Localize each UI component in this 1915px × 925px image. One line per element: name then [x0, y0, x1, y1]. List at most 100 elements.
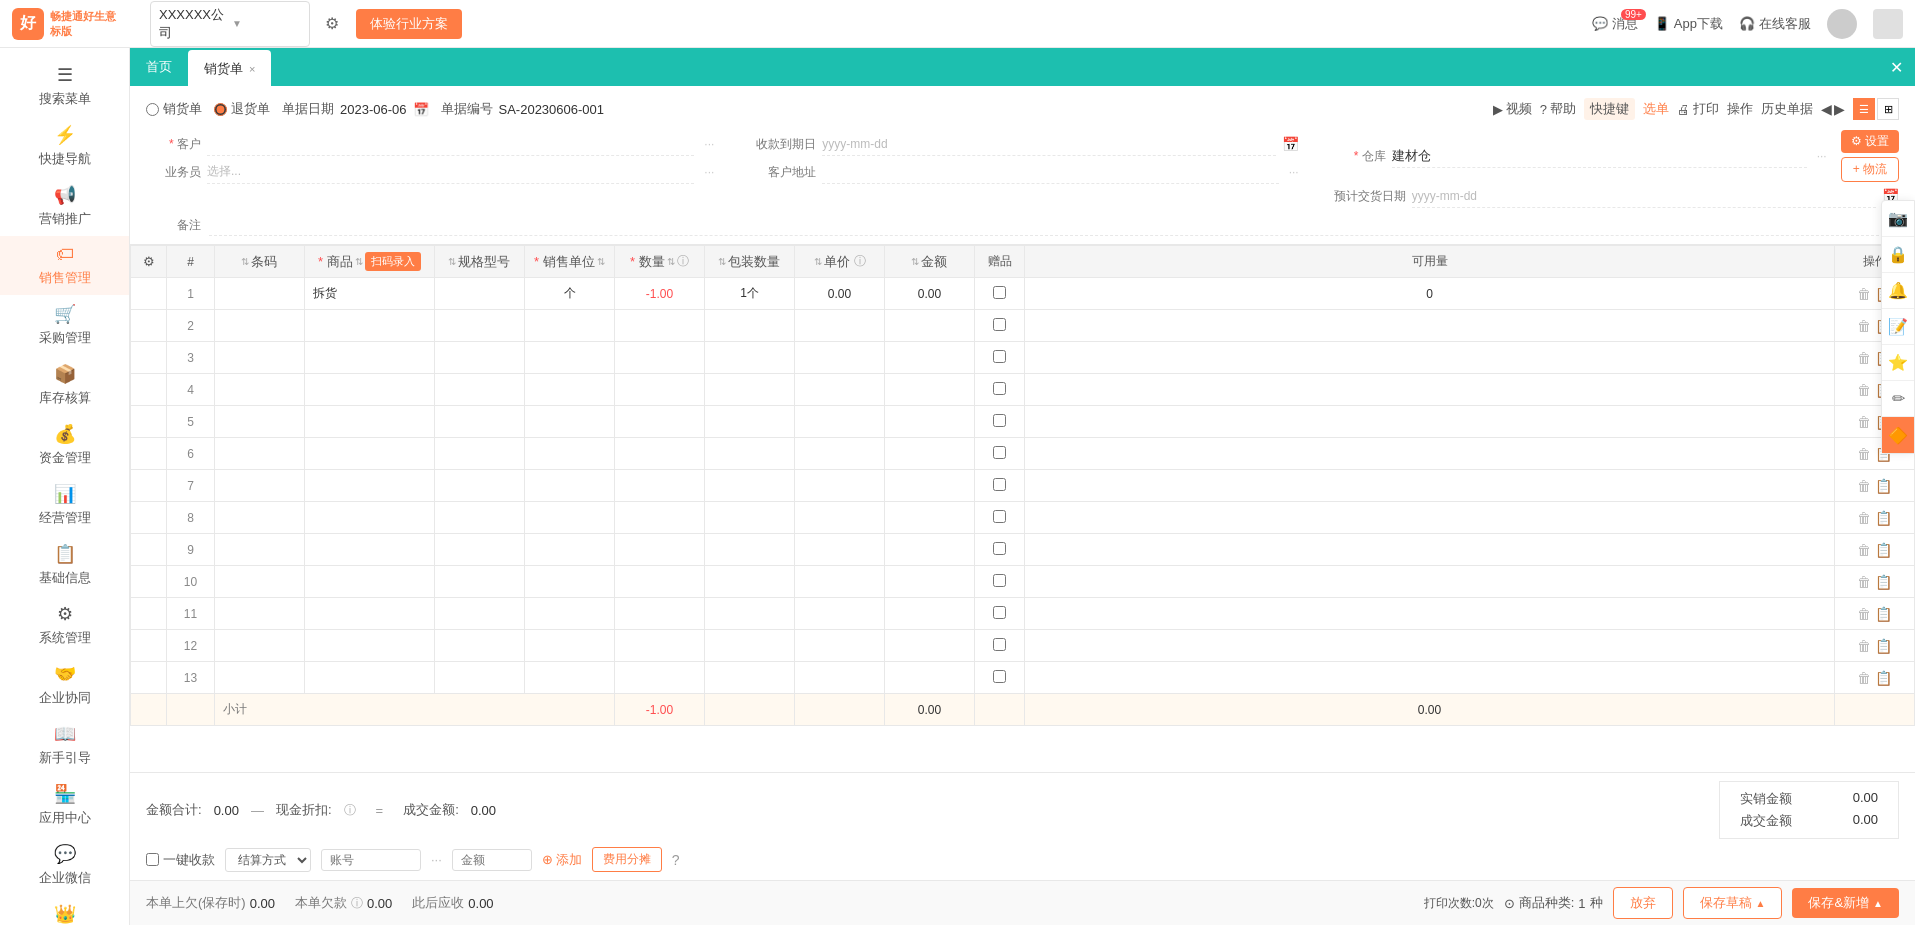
- sidebar-item-finance[interactable]: 💰 资金管理: [0, 415, 129, 475]
- cell-spec-5[interactable]: [435, 438, 525, 470]
- cell-product-1[interactable]: [305, 310, 435, 342]
- sidebar-item-system[interactable]: ⚙ 系统管理: [0, 595, 129, 655]
- product-type-item[interactable]: ⊙ 商品种类: 1 种: [1504, 894, 1603, 912]
- th-pkgqty-sort[interactable]: ⇅: [718, 256, 726, 267]
- cell-price-5[interactable]: [795, 438, 885, 470]
- cell-price-12[interactable]: [795, 662, 885, 694]
- cell-product-10[interactable]: [305, 598, 435, 630]
- radio-return[interactable]: 退货单: [214, 100, 270, 118]
- cell-pkgqty-8[interactable]: [705, 534, 795, 566]
- warehouse-value[interactable]: 建材仓: [1392, 144, 1807, 168]
- tool-help[interactable]: ? 帮助: [1540, 100, 1576, 118]
- cell-qty-1[interactable]: [615, 310, 705, 342]
- cell-pkgqty-7[interactable]: [705, 502, 795, 534]
- cell-price-2[interactable]: [795, 342, 885, 374]
- cell-unit-6[interactable]: [525, 470, 615, 502]
- cell-pkgqty-11[interactable]: [705, 630, 795, 662]
- cell-unit-2[interactable]: [525, 342, 615, 374]
- save-new-btn[interactable]: 保存&新增 ▲: [1792, 888, 1899, 918]
- cell-gift-10[interactable]: [975, 598, 1025, 630]
- logistics-side-btn[interactable]: + 物流: [1841, 157, 1899, 182]
- user-avatar[interactable]: [1827, 9, 1857, 39]
- cell-barcode-5[interactable]: [215, 438, 305, 470]
- gift-checkbox-6[interactable]: [993, 478, 1006, 491]
- cell-gift-11[interactable]: [975, 630, 1025, 662]
- cell-unit-8[interactable]: [525, 534, 615, 566]
- cell-price-4[interactable]: [795, 406, 885, 438]
- gift-checkbox-7[interactable]: [993, 510, 1006, 523]
- cell-amount-3[interactable]: [885, 374, 975, 406]
- sidebar-item-quicknav[interactable]: ⚡ 快捷导航: [0, 116, 129, 176]
- cell-pkgqty-12[interactable]: [705, 662, 795, 694]
- cell-unit-1[interactable]: [525, 310, 615, 342]
- gift-checkbox-2[interactable]: [993, 350, 1006, 363]
- cell-gift-4[interactable]: [975, 406, 1025, 438]
- cell-qty-12[interactable]: [615, 662, 705, 694]
- cell-price-1[interactable]: [795, 310, 885, 342]
- cell-amount-5[interactable]: [885, 438, 975, 470]
- cell-pkgqty-9[interactable]: [705, 566, 795, 598]
- right-icon-bell[interactable]: 🔔: [1882, 273, 1914, 309]
- sidebar-item-purchase[interactable]: 🛒 采购管理: [0, 295, 129, 355]
- cell-amount-4[interactable]: [885, 406, 975, 438]
- cell-qty-0[interactable]: -1.00: [615, 278, 705, 310]
- tool-print[interactable]: 🖨 打印: [1677, 100, 1719, 118]
- delete-icon-4[interactable]: 🗑: [1857, 414, 1871, 430]
- cell-price-11[interactable]: [795, 630, 885, 662]
- cell-gift-3[interactable]: [975, 374, 1025, 406]
- cell-pkgqty-0[interactable]: 1个: [705, 278, 795, 310]
- settings-side-btn[interactable]: ⚙ 设置: [1841, 130, 1899, 153]
- copy-icon-9[interactable]: 📋: [1875, 574, 1892, 590]
- cell-amount-2[interactable]: [885, 342, 975, 374]
- cell-unit-9[interactable]: [525, 566, 615, 598]
- cell-amount-10[interactable]: [885, 598, 975, 630]
- copy-icon-8[interactable]: 📋: [1875, 542, 1892, 558]
- cell-gift-8[interactable]: [975, 534, 1025, 566]
- online-service-item[interactable]: 🎧 在线客服: [1739, 15, 1811, 33]
- gift-checkbox-4[interactable]: [993, 414, 1006, 427]
- customer-addr-value[interactable]: [822, 160, 1278, 184]
- sidebar-item-collab[interactable]: 🤝 企业协同: [0, 655, 129, 715]
- one-click-pay-input[interactable]: [146, 853, 159, 866]
- cell-product-2[interactable]: [305, 342, 435, 374]
- cell-unit-3[interactable]: [525, 374, 615, 406]
- copy-icon-7[interactable]: 📋: [1875, 510, 1892, 526]
- warehouse-more-icon[interactable]: ···: [1817, 149, 1827, 163]
- tool-select[interactable]: 选单: [1643, 100, 1669, 118]
- cell-barcode-0[interactable]: [215, 278, 305, 310]
- delete-icon-2[interactable]: 🗑: [1857, 350, 1871, 366]
- cell-spec-11[interactable]: [435, 630, 525, 662]
- delete-icon-3[interactable]: 🗑: [1857, 382, 1871, 398]
- cell-pkgqty-2[interactable]: [705, 342, 795, 374]
- cell-qty-4[interactable]: [615, 406, 705, 438]
- gift-checkbox-11[interactable]: [993, 638, 1006, 651]
- th-amount-sort[interactable]: ⇅: [911, 256, 919, 267]
- account-more-icon[interactable]: ···: [431, 852, 442, 867]
- cell-barcode-10[interactable]: [215, 598, 305, 630]
- copy-icon-11[interactable]: 📋: [1875, 638, 1892, 654]
- cell-product-6[interactable]: [305, 470, 435, 502]
- delete-icon-8[interactable]: 🗑: [1857, 542, 1871, 558]
- cell-product-5[interactable]: [305, 438, 435, 470]
- radio-sales[interactable]: 销货单: [146, 100, 202, 118]
- cell-product-9[interactable]: [305, 566, 435, 598]
- delete-icon-12[interactable]: 🗑: [1857, 670, 1871, 686]
- cell-gift-9[interactable]: [975, 566, 1025, 598]
- cell-qty-11[interactable]: [615, 630, 705, 662]
- cell-barcode-2[interactable]: [215, 342, 305, 374]
- cell-gift-2[interactable]: [975, 342, 1025, 374]
- delete-icon-5[interactable]: 🗑: [1857, 446, 1871, 462]
- cell-qty-7[interactable]: [615, 502, 705, 534]
- abandon-btn[interactable]: 放弃: [1613, 887, 1673, 919]
- sidebar-item-search[interactable]: ☰ 搜索菜单: [0, 56, 129, 116]
- salesperson-value[interactable]: 选择...: [207, 160, 694, 184]
- cell-unit-4[interactable]: [525, 406, 615, 438]
- tab-close-all-icon[interactable]: ✕: [1890, 59, 1903, 76]
- trial-btn[interactable]: 体验行业方案: [356, 9, 462, 39]
- cell-pkgqty-1[interactable]: [705, 310, 795, 342]
- th-spec-sort[interactable]: ⇅: [448, 256, 456, 267]
- settings-gear-btn[interactable]: ⚙: [316, 8, 348, 40]
- cell-barcode-8[interactable]: [215, 534, 305, 566]
- delete-icon-0[interactable]: 🗑: [1857, 286, 1871, 302]
- cell-gift-5[interactable]: [975, 438, 1025, 470]
